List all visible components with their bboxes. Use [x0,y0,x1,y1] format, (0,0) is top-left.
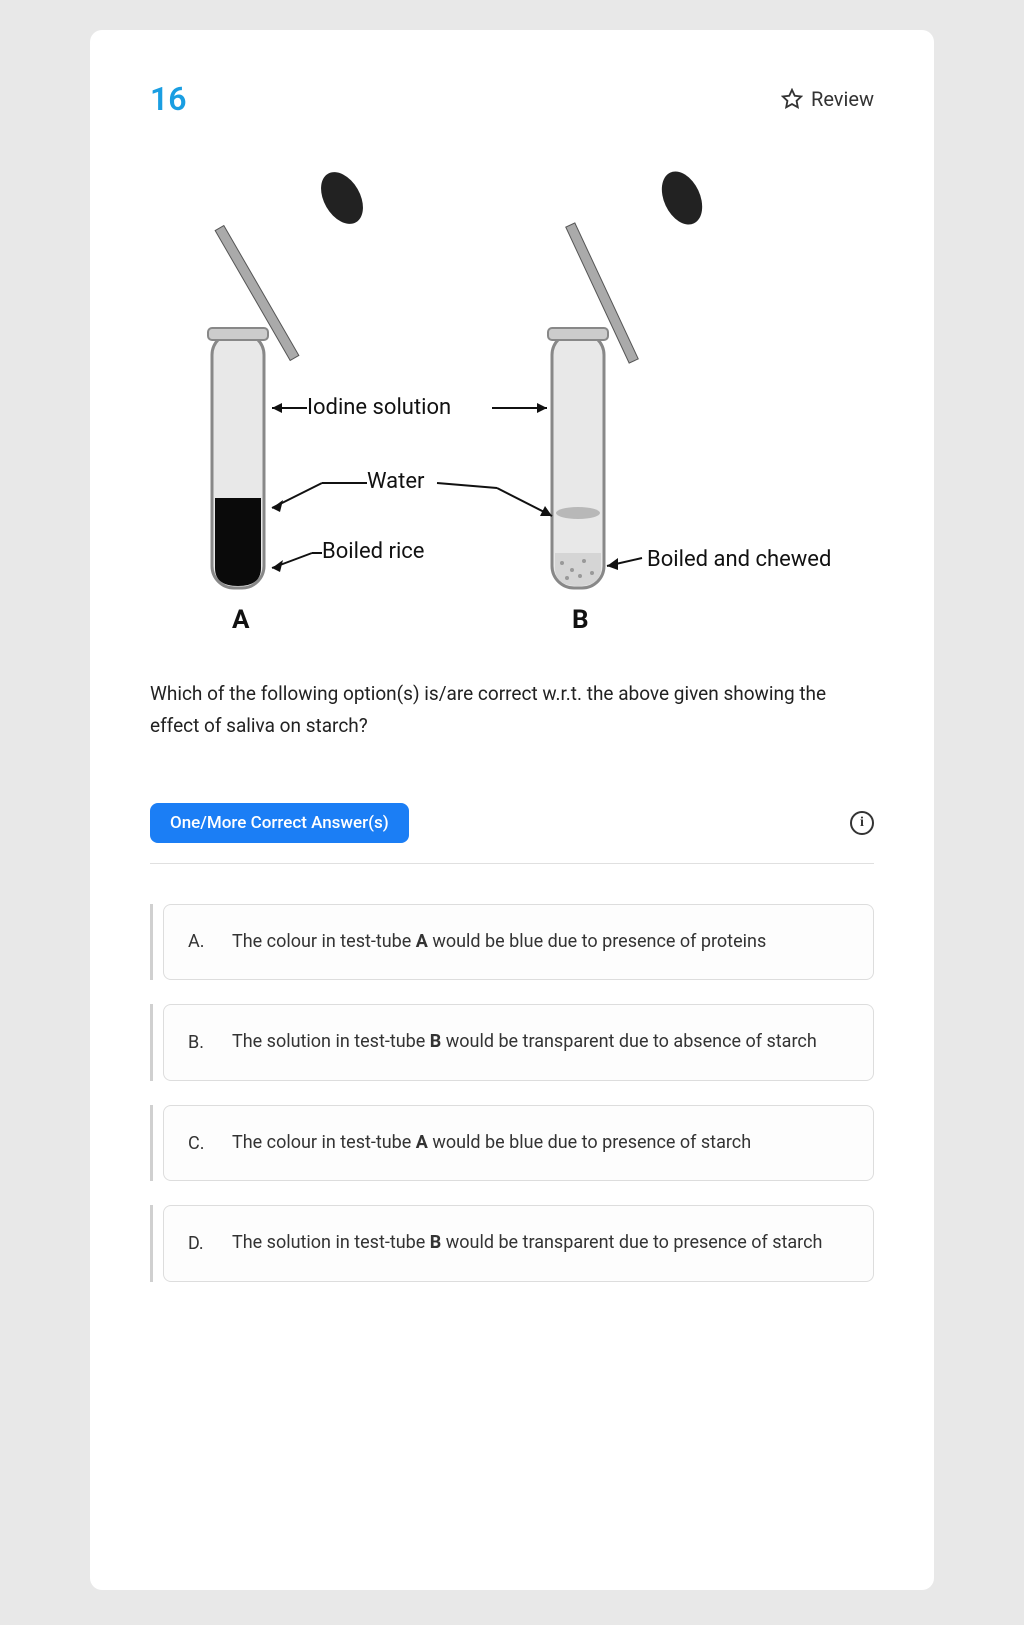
label-iodine: Iodine solution [307,395,451,420]
experiment-diagram: Iodine solution Water Boiled rice Boiled… [150,168,874,638]
label-boiled-rice: Boiled rice [322,539,424,564]
tube-b-label: B [572,605,589,635]
star-icon [781,88,803,110]
option-letter: B. [188,1032,208,1053]
info-icon[interactable]: i [850,811,874,835]
review-button[interactable]: Review [781,87,874,111]
option-letter: C. [188,1133,208,1154]
review-label: Review [811,87,874,111]
option-text: The solution in test-tube B would be tra… [232,1228,822,1259]
options-list: A. The colour in test-tube A would be bl… [150,904,874,1282]
test-tube-a [208,168,372,588]
label-water: Water [367,469,425,494]
option-text: The colour in test-tube A would be blue … [232,1128,751,1159]
option-a[interactable]: A. The colour in test-tube A would be bl… [150,904,874,981]
option-text: The solution in test-tube B would be tra… [232,1027,817,1058]
diagram: Iodine solution Water Boiled rice Boiled… [150,168,874,638]
option-d[interactable]: D. The solution in test-tube B would be … [150,1205,874,1282]
question-header: 16 Review [150,80,874,118]
label-boiled-chewed: Boiled and chewed [647,547,831,572]
option-letter: A. [188,931,208,952]
question-number: 16 [150,80,187,118]
option-letter: D. [188,1233,208,1254]
option-b[interactable]: B. The solution in test-tube B would be … [150,1004,874,1081]
question-card: 16 Review [90,30,934,1590]
question-text: Which of the following option(s) is/are … [150,678,874,743]
option-text: The colour in test-tube A would be blue … [232,927,766,958]
option-c[interactable]: C. The colour in test-tube A would be bl… [150,1105,874,1182]
answer-type-row: One/More Correct Answer(s) i [150,803,874,864]
tube-a-label: A [232,605,250,635]
answer-type-badge: One/More Correct Answer(s) [150,803,409,843]
test-tube-b [497,168,710,588]
